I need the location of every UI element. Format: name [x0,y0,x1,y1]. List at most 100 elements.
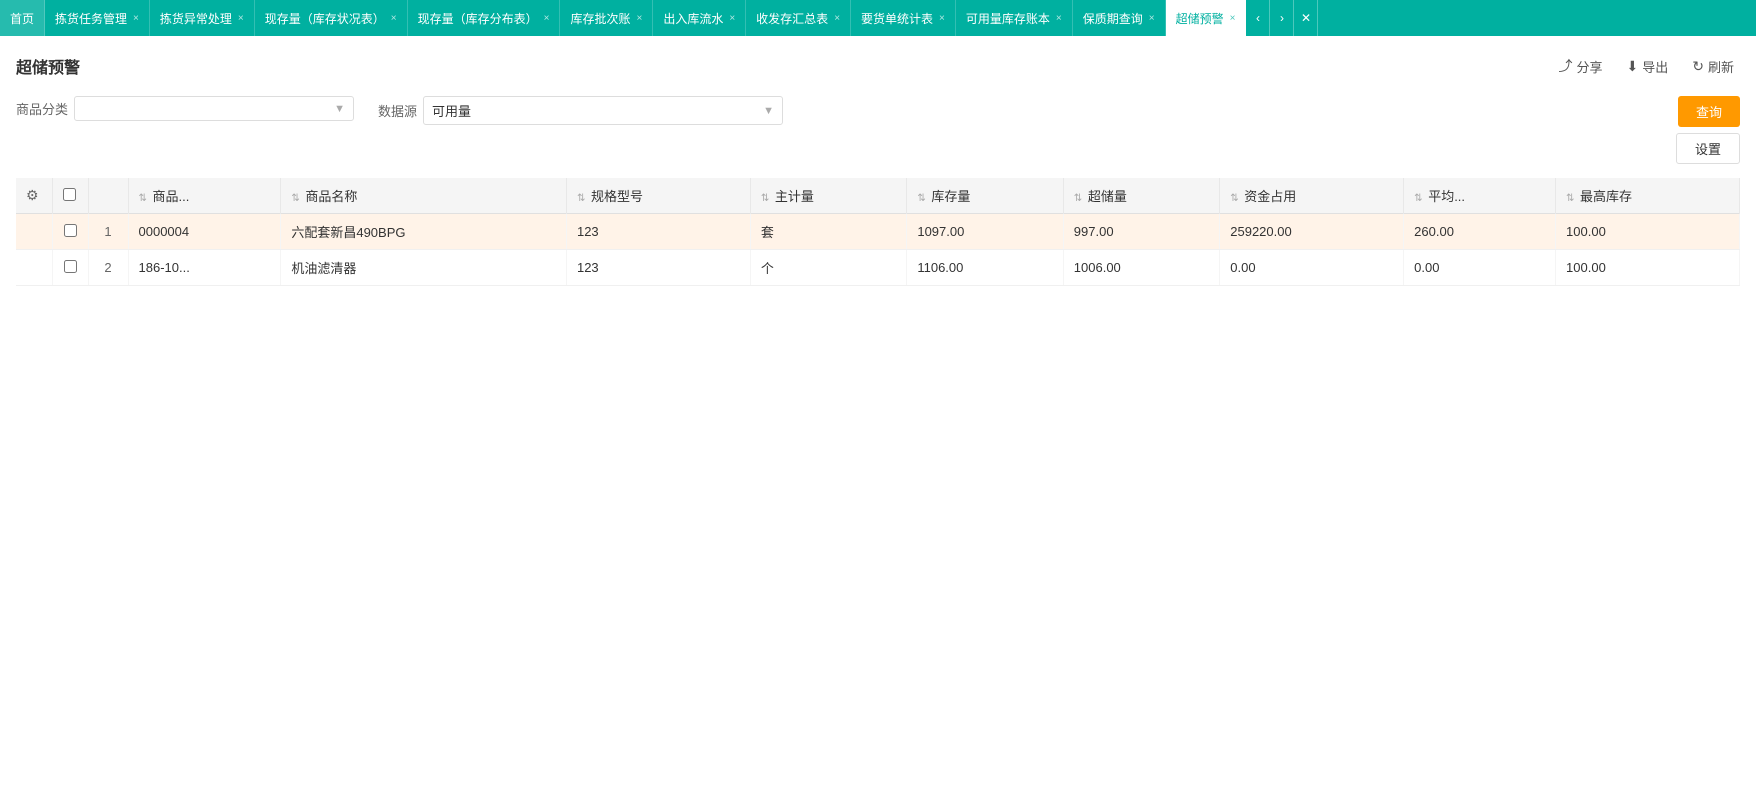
export-button[interactable]: ⬇ 导出 [1621,53,1675,80]
nav-tab-batch-label: 库存批次账 [570,10,630,27]
row-avg: 0.00 [1404,250,1556,286]
col-label-overstock: 超储量 [1088,189,1127,204]
table-header-rownum [88,178,128,214]
sort-icon-overstock: ⇅ [1074,193,1082,204]
row-avg: 260.00 [1404,214,1556,250]
table-select-all-checkbox[interactable] [63,188,76,201]
nav-tab-quality-check-label: 保质期查询 [1083,10,1143,27]
row-num-cell: 2 [88,250,128,286]
table-header-max-stock[interactable]: ⇅ 最高库存 [1556,178,1740,214]
category-filter-label: 商品分类 [16,99,68,118]
nav-arrow-close[interactable]: ✕ [1294,0,1318,36]
row-spec: 123 [566,250,750,286]
query-button[interactable]: 查询 [1678,96,1740,127]
settings-button[interactable]: 设置 [1676,133,1740,164]
row-overstock: 1006.00 [1063,250,1219,286]
row-product-code: 186-10... [128,250,281,286]
row-capital: 0.00 [1220,250,1404,286]
nav-tab-inout-flow-label: 出入库流水 [663,10,723,27]
nav-tab-inventory-dist[interactable]: 现存量（库存分布表） × [408,0,561,36]
export-icon: ⬇ [1627,58,1639,75]
row-max-stock: 100.00 [1556,250,1740,286]
nav-tab-quality-check-close[interactable]: × [1149,13,1155,24]
nav-tab-inventory-dist-label: 现存量（库存分布表） [418,10,538,27]
nav-tab-inventory-status-label: 现存量（库存状况表） [265,10,385,27]
nav-tab-inventory-status[interactable]: 现存量（库存状况表） × [255,0,408,36]
page-content: 超储预警 ⤴ 分享 ⬇ 导出 ↻ 刷新 商品分类 ▼ 数据源 [0,36,1756,800]
nav-tab-inout-flow[interactable]: 出入库流水 × [653,0,746,36]
sort-icon-product-name: ⇅ [291,193,299,204]
table-header-unit[interactable]: ⇅ 主计量 [750,178,906,214]
row-spec: 123 [566,214,750,250]
col-label-capital: 资金占用 [1244,189,1296,204]
table-body: 1 0000004 六配套新昌490BPG 123 套 1097.00 997.… [16,214,1740,286]
sort-icon-avg: ⇅ [1414,193,1422,204]
nav-tab-order-stat-close[interactable]: × [939,13,945,24]
table-header-spec[interactable]: ⇅ 规格型号 [566,178,750,214]
refresh-label: 刷新 [1708,57,1734,76]
row-checkbox-0[interactable] [64,224,77,237]
datasource-select[interactable]: 可用量 ▼ [423,96,783,125]
nav-tab-recv-send[interactable]: 收发存汇总表 × [746,0,851,36]
nav-tab-available-ledger[interactable]: 可用量库存账本 × [956,0,1073,36]
table-row: 1 0000004 六配套新昌490BPG 123 套 1097.00 997.… [16,214,1740,250]
table-header-avg[interactable]: ⇅ 平均... [1404,178,1556,214]
row-overstock: 997.00 [1063,214,1219,250]
nav-tab-abnormal-close[interactable]: × [238,13,244,24]
nav-tab-home[interactable]: 首页 [0,0,45,36]
gear-settings-button[interactable]: ⚙ [26,187,39,204]
nav-tab-batch-close[interactable]: × [636,13,642,24]
table-header-product-code[interactable]: ⇅ 商品... [128,178,281,214]
nav-tab-order-stat-label: 要货单统计表 [861,10,933,27]
nav-tab-batch[interactable]: 库存批次账 × [560,0,653,36]
sort-icon-max-stock: ⇅ [1566,193,1574,204]
nav-tab-abnormal-label: 拣货异常处理 [160,10,232,27]
nav-tab-order-stat[interactable]: 要货单统计表 × [851,0,956,36]
nav-tab-inout-flow-close[interactable]: × [729,13,735,24]
nav-tab-available-ledger-close[interactable]: × [1056,13,1062,24]
row-capital: 259220.00 [1220,214,1404,250]
top-navigation: 首页 拣货任务管理 × 拣货异常处理 × 现存量（库存状况表） × 现存量（库存… [0,0,1756,36]
nav-tab-recv-send-close[interactable]: × [834,13,840,24]
nav-tab-inventory-status-close[interactable]: × [391,13,397,24]
row-checkbox-1[interactable] [64,260,77,273]
col-label-inventory: 库存量 [931,189,970,204]
sort-icon-inventory: ⇅ [917,193,925,204]
table-header-gear: ⚙ [16,178,52,214]
nav-tab-task-mgmt-label: 拣货任务管理 [55,10,127,27]
col-label-product-code: 商品... [153,189,190,204]
nav-arrow-left[interactable]: ‹ [1246,0,1270,36]
row-inventory: 1106.00 [907,250,1063,286]
nav-tab-quality-check[interactable]: 保质期查询 × [1073,0,1166,36]
refresh-button[interactable]: ↻ 刷新 [1686,53,1740,80]
row-checkbox-cell [52,214,88,250]
nav-tab-task-mgmt-close[interactable]: × [133,13,139,24]
nav-tab-task-mgmt[interactable]: 拣货任务管理 × [45,0,150,36]
col-label-unit: 主计量 [775,189,814,204]
row-num-cell: 1 [88,214,128,250]
category-select[interactable]: ▼ [74,96,354,121]
nav-tab-overstock-warn-close[interactable]: × [1230,13,1236,24]
row-gear-cell [16,250,52,286]
share-button[interactable]: ⤴ 分享 [1552,52,1608,80]
col-label-max-stock: 最高库存 [1580,189,1632,204]
nav-tab-inventory-dist-close[interactable]: × [544,13,550,24]
nav-tab-abnormal[interactable]: 拣货异常处理 × [150,0,255,36]
row-checkbox-cell [52,250,88,286]
row-product-name: 六配套新昌490BPG [281,214,567,250]
category-select-value [83,101,87,116]
table-header-product-name[interactable]: ⇅ 商品名称 [281,178,567,214]
table-header-capital[interactable]: ⇅ 资金占用 [1220,178,1404,214]
row-max-stock: 100.00 [1556,214,1740,250]
table-header-inventory[interactable]: ⇅ 库存量 [907,178,1063,214]
nav-tab-overstock-warn[interactable]: 超储预警 × [1166,0,1247,36]
row-product-name: 机油滤清器 [281,250,567,286]
nav-arrow-right[interactable]: › [1270,0,1294,36]
table-header-overstock[interactable]: ⇅ 超储量 [1063,178,1219,214]
page-header: 超储预警 ⤴ 分享 ⬇ 导出 ↻ 刷新 [16,52,1740,80]
refresh-icon: ↻ [1692,58,1704,75]
sort-icon-capital: ⇅ [1230,193,1238,204]
table-header-checkbox [52,178,88,214]
sort-icon-unit: ⇅ [761,193,769,204]
share-label: 分享 [1576,57,1602,76]
